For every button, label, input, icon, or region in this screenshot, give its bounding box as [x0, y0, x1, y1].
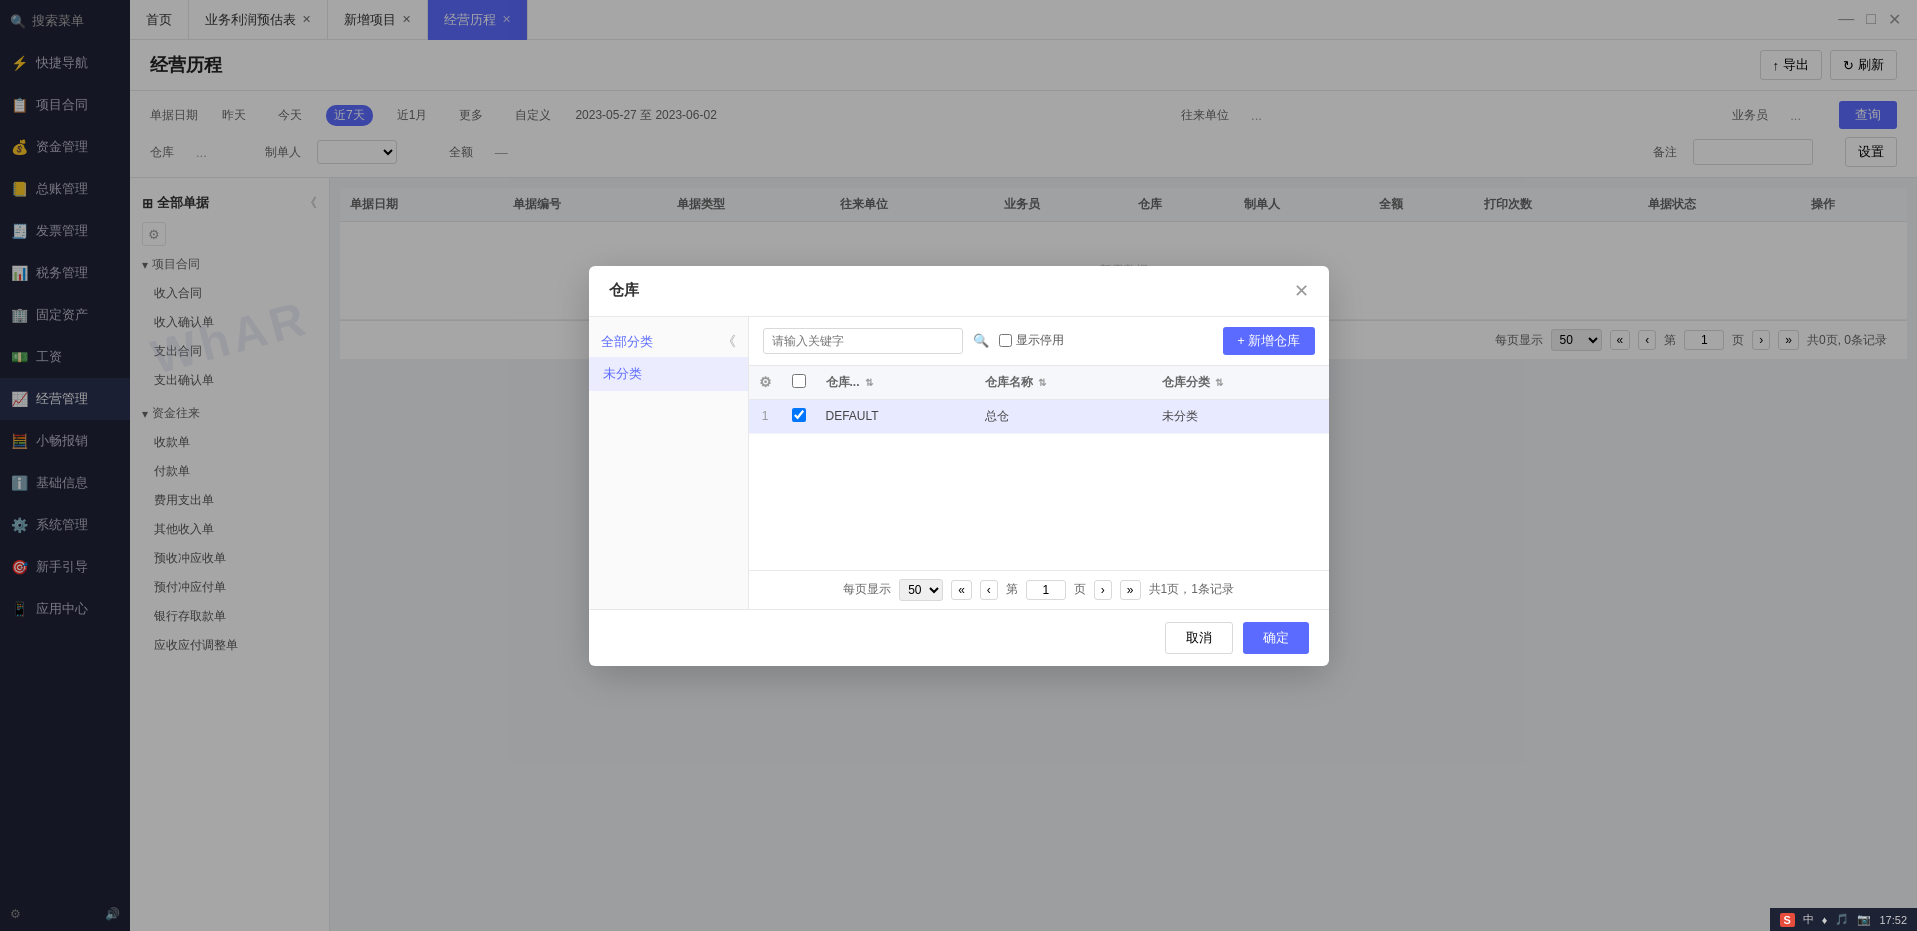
modal-page-label: 第 — [1006, 581, 1018, 598]
col-settings-icon[interactable]: ⚙ — [759, 374, 772, 390]
show-disabled-checkbox[interactable] — [999, 334, 1012, 347]
tray-time: 17:52 — [1879, 914, 1907, 926]
modal-right-section: 🔍 显示停用 + 新增仓库 ⚙ — [749, 317, 1329, 609]
add-warehouse-button[interactable]: + 新增仓库 — [1223, 327, 1314, 355]
modal-select-all-checkbox[interactable] — [792, 374, 806, 388]
modal-left-collapse-btn[interactable]: 《 — [722, 333, 736, 351]
th-warehouse-code: 仓库... ⇅ — [816, 366, 975, 400]
show-disabled-checkbox-label[interactable]: 显示停用 — [999, 332, 1064, 349]
cancel-button[interactable]: 取消 — [1165, 622, 1233, 654]
tray-diamond-icon: ♦ — [1822, 914, 1828, 926]
th-settings[interactable]: ⚙ — [749, 366, 782, 400]
modal-table-row[interactable]: 1 DEFAULT 总仓 未分类 — [749, 399, 1329, 433]
modal-footer: 取消 确定 — [589, 609, 1329, 666]
modal-page-last-btn[interactable]: » — [1120, 580, 1141, 600]
system-tray: S 中 ♦ 🎵 📷 17:52 — [1770, 908, 1918, 931]
modal-left-header: 全部分类 《 — [589, 327, 748, 357]
modal-total-text: 共1页，1条记录 — [1149, 581, 1234, 598]
confirm-button[interactable]: 确定 — [1243, 622, 1309, 654]
th-check — [782, 366, 816, 400]
modal-table: ⚙ 仓库... ⇅ 仓库名称 — [749, 366, 1329, 434]
warehouse-modal: 仓库 ✕ 全部分类 《 未分类 🔍 显示停用 — [589, 266, 1329, 666]
modal-table-body: 1 DEFAULT 总仓 未分类 — [749, 399, 1329, 433]
row-code: DEFAULT — [816, 399, 975, 433]
modal-page-input[interactable] — [1026, 580, 1066, 600]
modal-page-prev-btn[interactable]: ‹ — [980, 580, 998, 600]
modal-search-input[interactable] — [763, 328, 963, 354]
modal-left-section: 全部分类 《 未分类 — [589, 317, 749, 609]
modal-per-page-label: 每页显示 — [843, 581, 891, 598]
show-disabled-label: 显示停用 — [1016, 332, 1064, 349]
modal-body: 全部分类 《 未分类 🔍 显示停用 + 新增仓库 — [589, 317, 1329, 609]
modal-close-btn[interactable]: ✕ — [1294, 280, 1309, 302]
th-warehouse-category: 仓库分类 ⇅ — [1152, 366, 1329, 400]
modal-toolbar: 🔍 显示停用 + 新增仓库 — [749, 317, 1329, 366]
modal-table-header: ⚙ 仓库... ⇅ 仓库名称 — [749, 366, 1329, 400]
tray-s-icon: S — [1780, 913, 1795, 927]
modal-page-first-btn[interactable]: « — [951, 580, 972, 600]
row-name: 总仓 — [975, 399, 1152, 433]
all-category-label[interactable]: 全部分类 — [601, 333, 653, 351]
row-check[interactable] — [782, 399, 816, 433]
row-category: 未分类 — [1152, 399, 1329, 433]
modal-pagination: 每页显示 50 « ‹ 第 页 › » 共1页，1条记录 — [749, 570, 1329, 609]
modal-left-item-uncategorized[interactable]: 未分类 — [589, 357, 748, 391]
modal-table-wrap: ⚙ 仓库... ⇅ 仓库名称 — [749, 366, 1329, 570]
col-sort-category[interactable]: ⇅ — [1215, 377, 1223, 388]
modal-table-header-row: ⚙ 仓库... ⇅ 仓库名称 — [749, 366, 1329, 400]
modal-page-end: 页 — [1074, 581, 1086, 598]
col-sort-name[interactable]: ⇅ — [1038, 377, 1046, 388]
modal-title: 仓库 — [609, 281, 639, 300]
modal-header: 仓库 ✕ — [589, 266, 1329, 317]
tray-input-icon: 中 — [1803, 912, 1814, 927]
modal-overlay: 仓库 ✕ 全部分类 《 未分类 🔍 显示停用 — [0, 0, 1917, 931]
row-settings: 1 — [749, 399, 782, 433]
tray-camera-icon: 📷 — [1857, 913, 1871, 926]
modal-per-page-select[interactable]: 50 — [899, 579, 943, 601]
modal-page-next-btn[interactable]: › — [1094, 580, 1112, 600]
modal-search-icon[interactable]: 🔍 — [973, 333, 989, 348]
th-warehouse-name: 仓库名称 ⇅ — [975, 366, 1152, 400]
col-sort-code[interactable]: ⇅ — [865, 377, 873, 388]
tray-music-icon: 🎵 — [1835, 913, 1849, 926]
row-checkbox[interactable] — [792, 408, 806, 422]
